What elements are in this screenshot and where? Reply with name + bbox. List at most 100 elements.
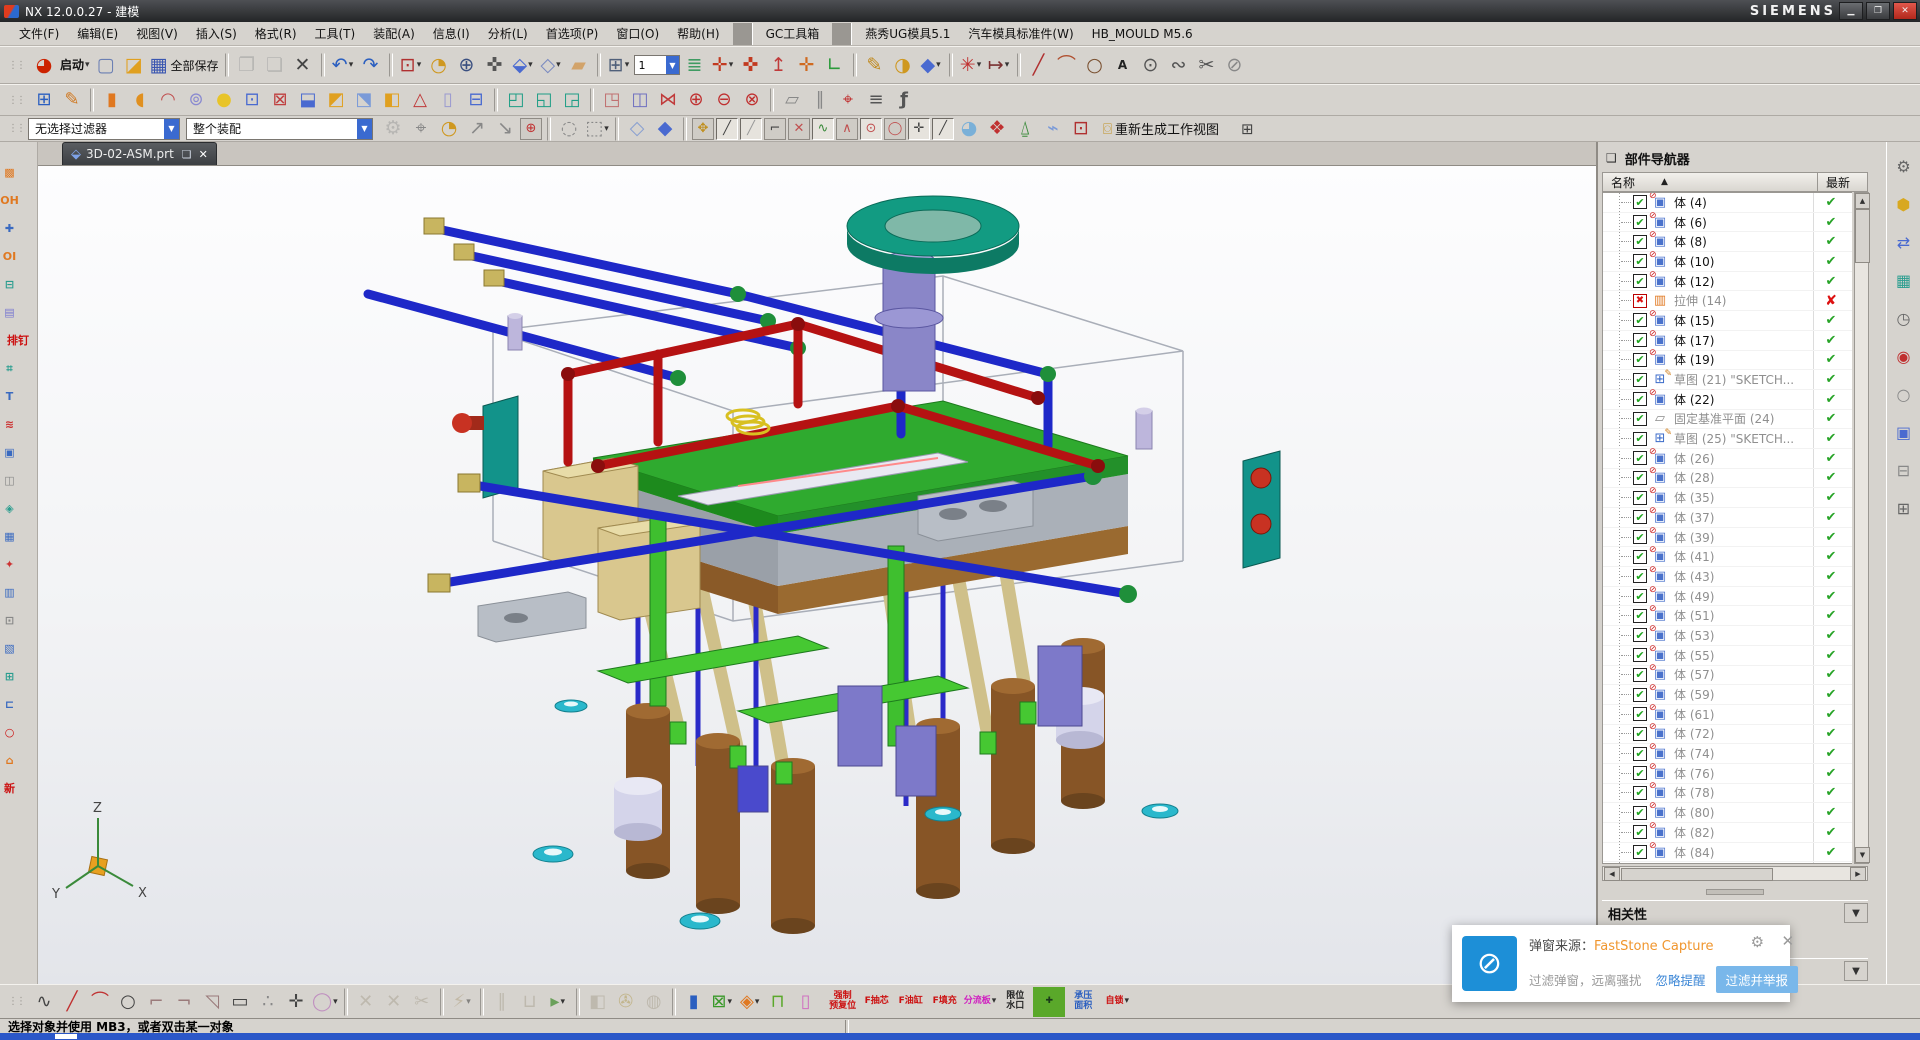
panel-tool[interactable]: ◫	[0, 467, 19, 493]
add-tool[interactable]: ✚	[0, 215, 19, 241]
snap-corner-toggle[interactable]: ⌐	[764, 117, 786, 140]
feature-checkbox[interactable]	[1633, 530, 1647, 545]
star-tool[interactable]: ✦	[0, 551, 19, 577]
boss-button[interactable]: ⬓	[295, 86, 321, 114]
column-name[interactable]: 名称 ▲	[1603, 173, 1818, 191]
feature-tree-row[interactable]: 草图 (25) "SKETCH...	[1603, 428, 1852, 449]
circle-rect-tool[interactable]: ⊞	[0, 663, 19, 689]
ellipse-button[interactable]: ◯	[311, 988, 339, 1016]
feature-tree-row[interactable]: 体 (6)	[1603, 211, 1852, 233]
snap-spline-toggle[interactable]: ∿	[812, 117, 834, 140]
feature-checkbox[interactable]	[1633, 333, 1647, 348]
corner-button[interactable]: ◹	[199, 988, 225, 1016]
arc-tool-button[interactable]: ⌒	[1054, 51, 1080, 79]
feature-checkbox[interactable]	[1633, 451, 1647, 466]
table-tool[interactable]: ⊟	[0, 271, 19, 297]
ring-tool[interactable]: ○	[0, 719, 19, 745]
shaded-select-button[interactable]: ◇	[624, 115, 650, 143]
scroll-down-icon[interactable]: ▼	[1855, 847, 1870, 863]
feature-tree-row[interactable]: 体 (78)	[1603, 781, 1852, 804]
point-set-button[interactable]: ⊙	[1138, 51, 1164, 79]
sketch-button[interactable]: ⊞	[31, 86, 57, 114]
selection-scope-dropdown[interactable]: 整个装配 ▼	[186, 117, 373, 140]
menu-item[interactable]: 帮助(H)	[668, 22, 728, 45]
feature-checkbox[interactable]	[1633, 746, 1647, 761]
suppress-button[interactable]: ⊘	[1222, 51, 1248, 79]
touch-panel-icon[interactable]: ⊞	[1890, 495, 1918, 523]
menu-item[interactable]: 信息(I)	[424, 22, 479, 45]
chevron-down-icon[interactable]: ▼	[357, 118, 372, 139]
quick-trim-button[interactable]: ✕	[353, 988, 379, 1016]
panel-splitter[interactable]	[1602, 886, 1868, 898]
feature-tree-row[interactable]: 体 (72)	[1603, 722, 1852, 745]
minimize-button[interactable]: ▁	[1839, 2, 1863, 20]
layers-panel-icon[interactable]: ▦	[1890, 267, 1918, 295]
feature-checkbox[interactable]	[1633, 234, 1647, 249]
snap-poles-toggle[interactable]: ❖	[984, 115, 1010, 143]
lock-tool-button[interactable]: ✇	[613, 988, 639, 1016]
snap-midpoint-toggle[interactable]: ╱	[740, 117, 762, 140]
viewport-3d[interactable]: Z Y X	[38, 166, 1596, 984]
wave-tool[interactable]: ≋	[0, 411, 19, 437]
shell-button[interactable]: ◳	[599, 86, 625, 114]
datum-point-button[interactable]: ⌖	[835, 86, 861, 114]
sketch-in-task-button[interactable]: ✎	[59, 86, 85, 114]
feature-checkbox[interactable]	[1633, 628, 1647, 643]
snap-quadrant-toggle[interactable]: ◯	[884, 117, 906, 140]
clamp-button[interactable]: ◈	[737, 988, 763, 1016]
feature-checkbox[interactable]	[1633, 569, 1647, 584]
snap-face-toggle[interactable]: ◕	[956, 115, 982, 143]
rib-button[interactable]: ⬔	[351, 86, 377, 114]
feature-tree-row[interactable]: 体 (61)	[1603, 703, 1852, 725]
tree-vertical-scrollbar[interactable]: ▲ ▼	[1854, 192, 1870, 864]
navigator-settings-icon[interactable]: ⚙	[1890, 153, 1918, 181]
feature-checkbox[interactable]	[1633, 313, 1647, 328]
pattern-feature-button[interactable]: ◫	[627, 86, 653, 114]
link-curve-button[interactable]: ∾	[1166, 51, 1192, 79]
feature-tree-row[interactable]: 体 (22)	[1603, 388, 1852, 410]
nx-app-icon[interactable]: ◕	[31, 51, 57, 79]
feature-tree-row[interactable]: 体 (51)	[1603, 604, 1852, 627]
menu-item[interactable]: 插入(S)	[187, 22, 246, 45]
object-display-button[interactable]: ◔	[426, 51, 452, 79]
rectangle-button[interactable]: ▭	[227, 988, 253, 1016]
select-scope-button[interactable]: ⊕	[520, 117, 542, 140]
part-tab[interactable]: ⬙ 3D-02-ASM.prt ❏ ✕	[62, 142, 217, 165]
selection-filter-dropdown[interactable]: 无选择过滤器 ▼	[28, 117, 180, 140]
rect-select-button[interactable]: ⬚	[584, 115, 610, 143]
snap-drag-toggle[interactable]: ✥	[692, 117, 714, 140]
menu-item[interactable]: 首选项(P)	[537, 22, 608, 45]
sweep-button[interactable]: ◠	[155, 86, 181, 114]
subtract-button[interactable]: ◱	[531, 86, 557, 114]
popup-settings-icon[interactable]: ⚙	[1751, 933, 1764, 951]
palette-button[interactable]: ◑	[890, 51, 916, 79]
scrollbar-thumb[interactable]	[1855, 209, 1870, 263]
gear-pair-icon[interactable]: ⚙	[380, 115, 406, 143]
feature-checkbox[interactable]	[1633, 293, 1647, 308]
edit-defining-section-button[interactable]: ◧	[585, 988, 611, 1016]
feature-tree-row[interactable]: 拉伸 (14)	[1603, 291, 1852, 312]
slot-button[interactable]: ◧	[379, 86, 405, 114]
geometric-constraints-button[interactable]: ∥	[489, 988, 515, 1016]
grid-tool[interactable]: ⌗	[0, 355, 19, 381]
unite-button[interactable]: ◰	[503, 86, 529, 114]
scroll-right-icon[interactable]: ▶	[1850, 867, 1866, 881]
feature-tree-row[interactable]: 体 (39)	[1603, 526, 1852, 548]
feature-tree-row[interactable]: 固定基准平面 (24)	[1603, 410, 1852, 430]
self-lock-button[interactable]: 自锁	[1101, 987, 1133, 1017]
manifold-button[interactable]: 分流板	[963, 987, 998, 1017]
pressure-area-button[interactable]: 承压 面积	[1067, 987, 1099, 1017]
chamfer-button[interactable]: ¬	[171, 988, 197, 1016]
assembly-navigator-icon[interactable]: ⬢	[1890, 191, 1918, 219]
feature-tree-row[interactable]: 体 (10)	[1603, 250, 1852, 272]
offset-remove-button[interactable]: ⊖	[711, 86, 737, 114]
feature-checkbox[interactable]	[1633, 195, 1647, 210]
feature-tree-row[interactable]: 体 (35)	[1603, 486, 1852, 508]
green-cross-button[interactable]: ✚	[1033, 986, 1066, 1017]
menu-item[interactable]: HB_MOULD M5.6	[1083, 24, 1202, 44]
feature-tree-row[interactable]: 体 (15)	[1603, 309, 1852, 331]
studio-spline-button[interactable]: ∿	[31, 988, 57, 1016]
pin-array-tool[interactable]: 排钉	[0, 327, 36, 353]
feature-tree-row[interactable]: 体 (49)	[1603, 585, 1852, 607]
sketch-line-button[interactable]: ╱	[59, 988, 85, 1016]
